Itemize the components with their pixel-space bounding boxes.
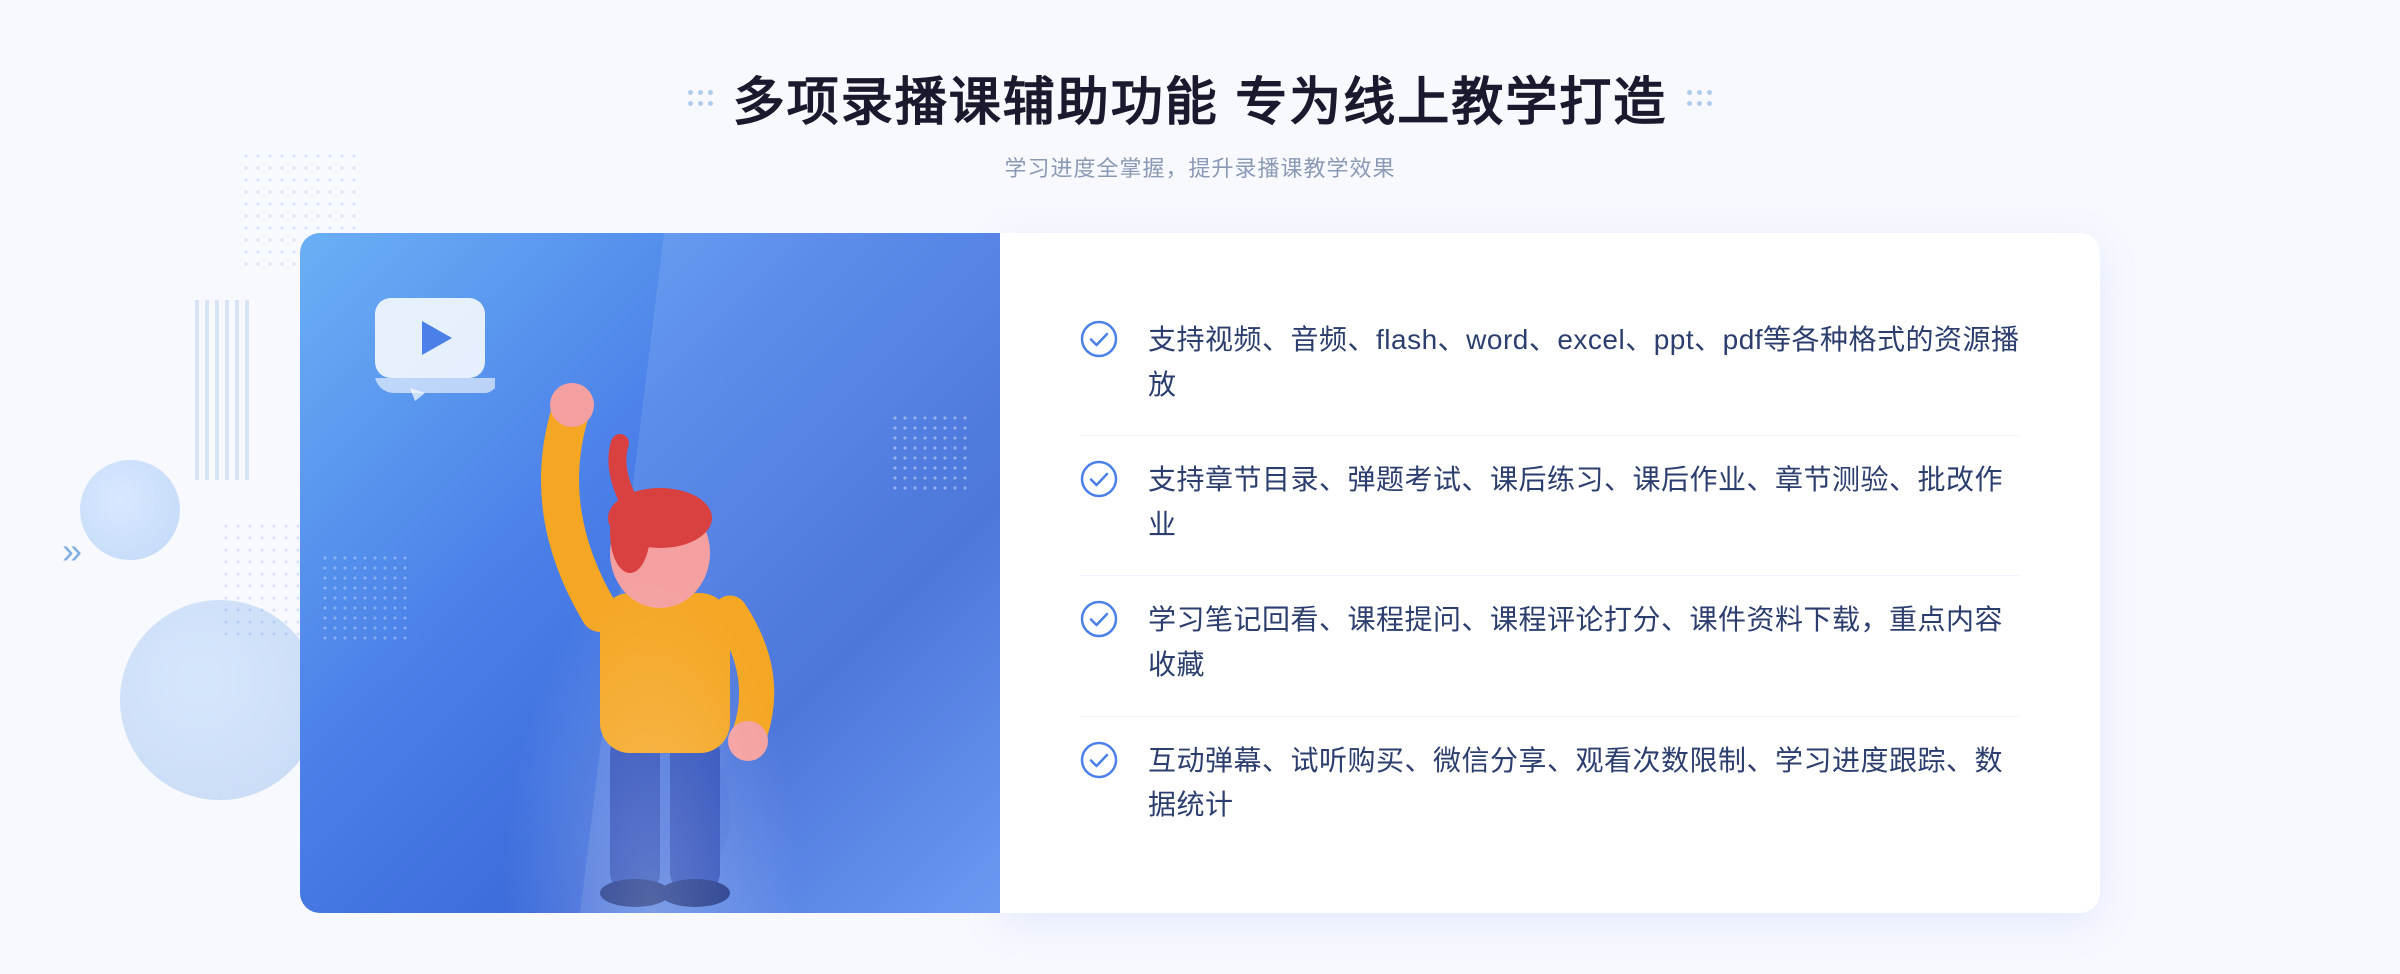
feature-item-3: 学习笔记回看、课程提问、课程评论打分、课件资料下载，重点内容收藏	[1080, 575, 2020, 710]
hdot	[1697, 101, 1702, 106]
hdot	[698, 90, 703, 95]
check-icon-1	[1080, 320, 1118, 358]
feature-item-4: 互动弹幕、试听购买、微信分享、观看次数限制、学习进度跟踪、数据统计	[1080, 716, 2020, 851]
check-icon-2	[1080, 460, 1118, 498]
person-illustration	[300, 233, 1000, 913]
feature-text-4: 互动弹幕、试听购买、微信分享、观看次数限制、学习进度跟踪、数据统计	[1148, 739, 2020, 829]
hdot	[1697, 90, 1702, 95]
hdot	[698, 101, 703, 106]
title-row: 多项录播课辅助功能 专为线上教学打造	[688, 60, 1712, 135]
decorative-lines-strip	[195, 300, 255, 480]
check-icon-3	[1080, 600, 1118, 638]
hdot	[708, 101, 713, 106]
main-content: 支持视频、音频、flash、word、excel、ppt、pdf等各种格式的资源…	[300, 233, 2100, 913]
hdot	[688, 90, 693, 95]
header-section: 多项录播课辅助功能 专为线上教学打造 学习进度全掌握，提升录播课教学效果	[688, 60, 1712, 183]
feature-text-1: 支持视频、音频、flash、word、excel、ppt、pdf等各种格式的资源…	[1148, 318, 2020, 408]
page-title: 多项录播课辅助功能 专为线上教学打造	[733, 60, 1667, 135]
hdot	[1707, 90, 1712, 95]
page-container: » 多项录播课辅助功能 专为线上教学打造	[0, 0, 2400, 974]
hdot	[1687, 90, 1692, 95]
hdot	[1687, 101, 1692, 106]
decorative-circle-small	[80, 460, 180, 560]
header-dots-left	[688, 90, 713, 106]
feature-text-3: 学习笔记回看、课程提问、课程评论打分、课件资料下载，重点内容收藏	[1148, 598, 2020, 688]
header-dots-right	[1687, 90, 1712, 106]
illustration-panel	[300, 233, 1000, 913]
feature-text-2: 支持章节目录、弹题考试、课后练习、课后作业、章节测验、批改作业	[1148, 458, 2020, 548]
check-icon-4	[1080, 741, 1118, 779]
page-subtitle: 学习进度全掌握，提升录播课教学效果	[688, 151, 1712, 183]
feature-item-2: 支持章节目录、弹题考试、课后练习、课后作业、章节测验、批改作业	[1080, 435, 2020, 570]
decorative-circle-large	[120, 600, 320, 800]
hdot	[1707, 101, 1712, 106]
features-panel: 支持视频、音频、flash、word、excel、ppt、pdf等各种格式的资源…	[1000, 233, 2100, 913]
hdot	[708, 90, 713, 95]
feature-item-1: 支持视频、音频、flash、word、excel、ppt、pdf等各种格式的资源…	[1080, 296, 2020, 430]
decorative-chevron-left: »	[62, 530, 82, 572]
hdot	[688, 101, 693, 106]
